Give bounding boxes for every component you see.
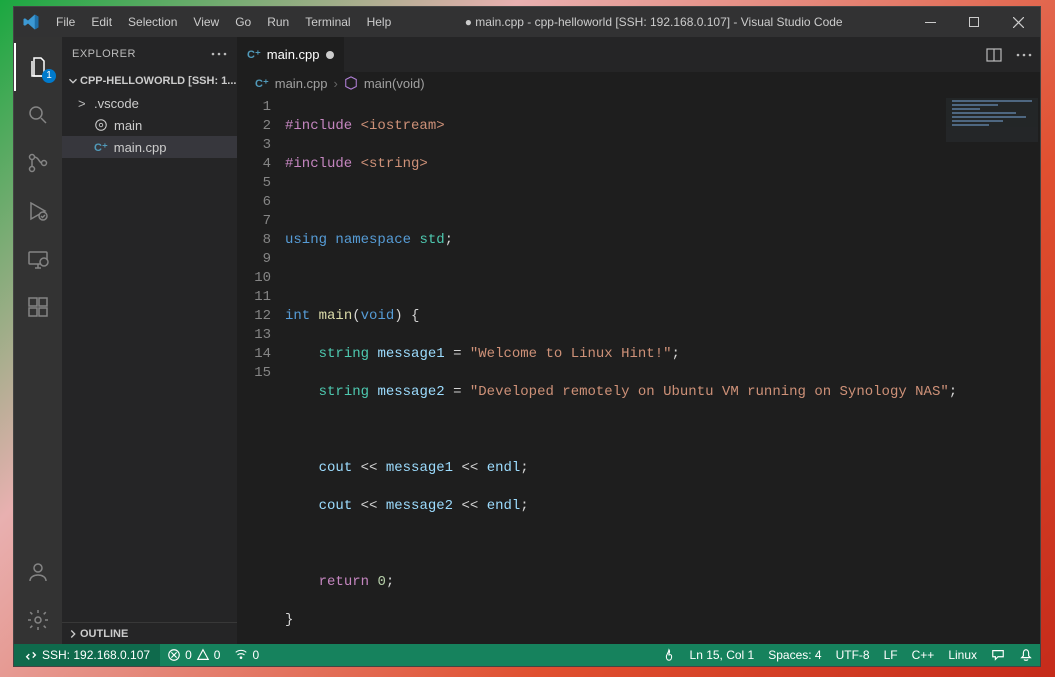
activity-scm[interactable] (14, 139, 62, 187)
tab-label: main.cpp (267, 47, 320, 62)
activity-bar: 1 (14, 37, 62, 644)
menu-bar: File Edit Selection View Go Run Terminal… (48, 7, 399, 37)
minimap[interactable] (946, 98, 1038, 142)
breadcrumb-separator-icon: › (334, 76, 338, 91)
feedback-icon (991, 648, 1005, 662)
menu-run[interactable]: Run (259, 7, 297, 37)
editor-tabs: C⁺ main.cpp (237, 37, 1040, 72)
explorer-folder-header[interactable]: CPP-HELLOWORLD [SSH: 1... (62, 70, 237, 92)
tree-item-vscode[interactable]: > .vscode (62, 92, 237, 114)
activity-extensions[interactable] (14, 283, 62, 331)
editor-more-icon[interactable] (1016, 53, 1032, 57)
status-ports[interactable]: 0 (227, 644, 266, 666)
title-bar: File Edit Selection View Go Run Terminal… (14, 7, 1040, 37)
cpp-file-icon: C⁺ (247, 48, 261, 61)
close-button[interactable] (996, 7, 1040, 37)
activity-run-debug[interactable] (14, 187, 62, 235)
status-cursor[interactable]: Ln 15, Col 1 (683, 644, 762, 666)
activity-settings[interactable] (14, 596, 62, 644)
chevron-right-icon: > (78, 96, 88, 111)
tree-item-label: main (114, 118, 142, 133)
status-prettier[interactable] (655, 644, 683, 666)
menu-selection[interactable]: Selection (120, 7, 185, 37)
activity-search[interactable] (14, 91, 62, 139)
status-language[interactable]: C++ (905, 644, 942, 666)
tree-item-label: main.cpp (114, 140, 167, 155)
status-spaces[interactable]: Spaces: 4 (761, 644, 828, 666)
maximize-button[interactable] (952, 7, 996, 37)
warning-icon (196, 648, 210, 662)
status-bar: SSH: 192.168.0.107 0 0 0 Ln 15, Col 1 Sp… (14, 644, 1040, 666)
status-problems[interactable]: 0 0 (160, 644, 227, 666)
line-gutter: 12345 678910 1112131415 (237, 94, 285, 644)
status-os[interactable]: Linux (941, 644, 984, 666)
code-editor[interactable]: 12345 678910 1112131415 #include <iostre… (237, 94, 1040, 644)
status-bell[interactable] (1012, 644, 1040, 666)
radio-icon (234, 648, 248, 662)
breadcrumb-file[interactable]: main.cpp (275, 76, 328, 91)
menu-edit[interactable]: Edit (83, 7, 120, 37)
menu-terminal[interactable]: Terminal (297, 7, 358, 37)
symbol-icon (344, 76, 358, 90)
menu-help[interactable]: Help (359, 7, 400, 37)
cpp-file-icon: C⁺ (94, 141, 108, 154)
file-tree: > .vscode main C⁺ main.cpp (62, 92, 237, 622)
window-title: ● main.cpp - cpp-helloworld [SSH: 192.16… (399, 15, 908, 29)
outline-header[interactable]: OUTLINE (62, 622, 237, 644)
activity-accounts[interactable] (14, 548, 62, 596)
vscode-logo-icon (14, 7, 48, 37)
outline-label: OUTLINE (80, 628, 128, 640)
sidebar-title: EXPLORER (72, 48, 136, 60)
menu-file[interactable]: File (48, 7, 83, 37)
status-remote[interactable]: SSH: 192.168.0.107 (14, 644, 160, 666)
vscode-window: File Edit Selection View Go Run Terminal… (13, 6, 1041, 667)
binary-icon (94, 118, 108, 132)
menu-go[interactable]: Go (227, 7, 259, 37)
explorer-folder-label: CPP-HELLOWORLD [SSH: 1... (80, 75, 236, 87)
sidebar-header: EXPLORER (62, 37, 237, 70)
menu-view[interactable]: View (185, 7, 227, 37)
status-encoding[interactable]: UTF-8 (829, 644, 877, 666)
sidebar-more-icon[interactable] (211, 52, 227, 56)
code-content[interactable]: #include <iostream> #include <string> us… (285, 94, 1040, 644)
breadcrumbs[interactable]: C⁺ main.cpp › main(void) (237, 72, 1040, 94)
tab-main-cpp[interactable]: C⁺ main.cpp (237, 37, 345, 72)
tree-item-main-cpp[interactable]: C⁺ main.cpp (62, 136, 237, 158)
status-feedback[interactable] (984, 644, 1012, 666)
explorer-badge: 1 (42, 69, 56, 83)
tree-item-label: .vscode (94, 96, 139, 111)
dirty-indicator-icon (326, 51, 334, 59)
bell-icon (1019, 648, 1033, 662)
window-controls (908, 7, 1040, 37)
minimize-button[interactable] (908, 7, 952, 37)
breadcrumb-symbol[interactable]: main(void) (364, 76, 425, 91)
side-bar: EXPLORER CPP-HELLOWORLD [SSH: 1... > .vs… (62, 37, 237, 644)
status-eol[interactable]: LF (877, 644, 905, 666)
split-editor-icon[interactable] (986, 47, 1002, 63)
main-body: 1 (14, 37, 1040, 644)
activity-explorer[interactable]: 1 (14, 43, 62, 91)
activity-remote[interactable] (14, 235, 62, 283)
flame-icon (662, 648, 676, 662)
remote-icon (24, 648, 38, 662)
editor-area: C⁺ main.cpp C⁺ main.cpp › (237, 37, 1040, 644)
tree-item-main-bin[interactable]: main (62, 114, 237, 136)
status-remote-label: SSH: 192.168.0.107 (42, 648, 150, 662)
cpp-file-icon: C⁺ (255, 77, 269, 90)
error-icon (167, 648, 181, 662)
